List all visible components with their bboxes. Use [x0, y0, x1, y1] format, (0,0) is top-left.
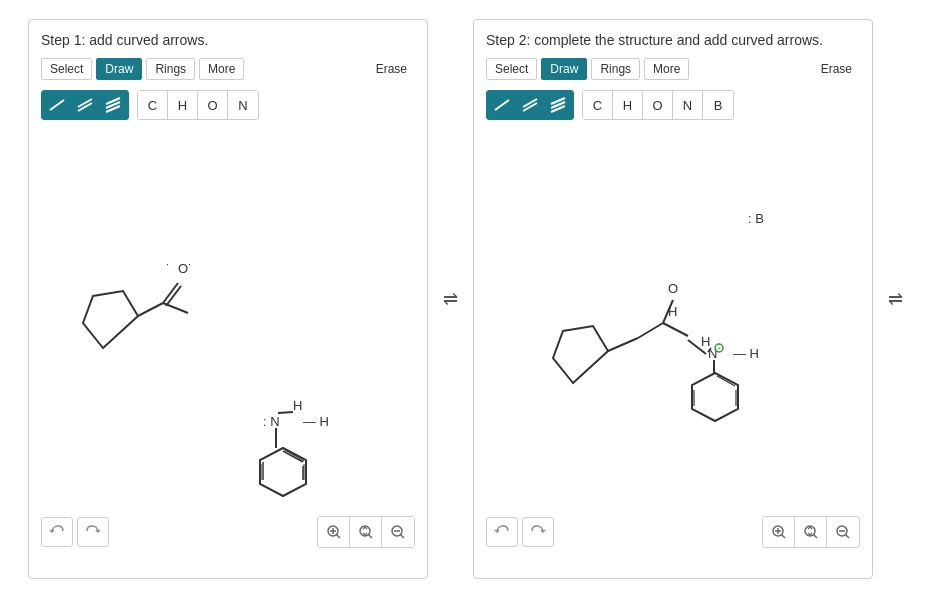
panel-1-bottom [41, 516, 415, 548]
svg-line-23 [285, 450, 304, 461]
bond-group-1 [41, 90, 129, 120]
svg-line-37 [523, 103, 537, 111]
zoom-out-btn-2[interactable] [827, 517, 859, 547]
atom-b-2[interactable]: B [703, 91, 733, 119]
more-button-1[interactable]: More [199, 58, 244, 80]
svg-line-44 [638, 323, 663, 338]
arrow-separator-1: ⇌ [443, 288, 458, 310]
zoom-out-btn-1[interactable] [382, 517, 414, 547]
atom-group-2: C H O N B [582, 90, 734, 120]
svg-line-7 [138, 303, 163, 316]
undo-button-2[interactable] [486, 517, 518, 547]
svg-text:H: H [293, 398, 302, 413]
zoom-reset-btn-2[interactable] [795, 517, 827, 547]
svg-line-2 [78, 103, 92, 111]
atom-n-1[interactable]: N [228, 91, 258, 119]
atom-h-2[interactable]: H [613, 91, 643, 119]
select-button-2[interactable]: Select [486, 58, 537, 80]
drawing-area-2: : B O H N + — H [486, 128, 860, 508]
svg-text:O: O [178, 261, 188, 276]
svg-line-0 [50, 100, 64, 110]
erase-button-1[interactable]: Erase [368, 59, 415, 79]
svg-line-27 [336, 535, 340, 539]
svg-text:H: H [701, 334, 710, 349]
atom-o-1[interactable]: O [198, 91, 228, 119]
single-bond-btn-1[interactable] [44, 93, 70, 117]
svg-text:·: · [166, 258, 169, 270]
bond-group-2 [486, 90, 574, 120]
svg-text:— H: — H [733, 346, 759, 361]
panel-2-toolbar: Select Draw Rings More Erase [486, 58, 860, 80]
molecule-svg-2: : B O H N + — H [493, 148, 853, 488]
panel-2: Step 2: complete the structure and add c… [473, 19, 873, 579]
more-button-2[interactable]: More [644, 58, 689, 80]
triple-bond-btn-1[interactable] [100, 93, 126, 117]
zoom-group-2 [762, 516, 860, 548]
atom-h-1[interactable]: H [168, 91, 198, 119]
svg-line-1 [78, 99, 92, 107]
svg-line-36 [523, 99, 537, 107]
svg-line-16 [278, 412, 293, 413]
svg-marker-18 [260, 448, 306, 496]
panel-1-title: Step 1: add curved arrows. [41, 32, 415, 48]
atom-c-1[interactable]: C [138, 91, 168, 119]
redo-button-1[interactable] [77, 517, 109, 547]
atom-c-2[interactable]: C [583, 91, 613, 119]
svg-marker-42 [553, 326, 608, 383]
zoom-group-1 [317, 516, 415, 548]
svg-line-13 [163, 303, 188, 313]
atom-n-2[interactable]: N [673, 91, 703, 119]
svg-line-33 [401, 535, 405, 539]
panel-2-bottom [486, 516, 860, 548]
svg-line-43 [608, 338, 638, 351]
draw-button-1[interactable]: Draw [96, 58, 142, 80]
svg-text:— H: — H [303, 414, 329, 429]
svg-line-66 [813, 535, 817, 539]
zoom-in-btn-2[interactable] [763, 517, 795, 547]
double-bond-btn-2[interactable] [517, 93, 543, 117]
molecule-svg-1: O · · : N H — H [48, 148, 408, 488]
triple-bond-btn-2[interactable] [545, 93, 571, 117]
svg-text:: N: : N [263, 414, 280, 429]
erase-button-2[interactable]: Erase [813, 59, 860, 79]
panel-2-title: Step 2: complete the structure and add c… [486, 32, 860, 48]
panel-1-toolbar: Select Draw Rings More Erase [41, 58, 415, 80]
draw-button-2[interactable]: Draw [541, 58, 587, 80]
double-bond-btn-1[interactable] [72, 93, 98, 117]
svg-marker-54 [692, 373, 738, 421]
undo-redo-group-2 [486, 517, 554, 547]
svg-text:: B: : B [748, 211, 764, 226]
main-container: Step 1: add curved arrows. Select Draw R… [8, 0, 928, 598]
undo-button-1[interactable] [41, 517, 73, 547]
svg-line-35 [495, 100, 509, 110]
svg-text:·: · [188, 258, 191, 270]
svg-text:H: H [668, 304, 677, 319]
atom-group-1: C H O N [137, 90, 259, 120]
svg-line-68 [846, 535, 850, 539]
single-bond-btn-2[interactable] [489, 93, 515, 117]
svg-text:O: O [668, 281, 678, 296]
panel-1: Step 1: add curved arrows. Select Draw R… [28, 19, 428, 579]
svg-marker-6 [83, 291, 138, 348]
svg-text:+: + [717, 345, 721, 352]
arrow-separator-2: ⇌ [888, 288, 903, 310]
select-button-1[interactable]: Select [41, 58, 92, 80]
undo-redo-group-1 [41, 517, 109, 547]
svg-line-31 [368, 535, 372, 539]
svg-line-62 [781, 535, 785, 539]
zoom-in-btn-1[interactable] [318, 517, 350, 547]
rings-button-2[interactable]: Rings [591, 58, 640, 80]
atom-o-2[interactable]: O [643, 91, 673, 119]
redo-button-2[interactable] [522, 517, 554, 547]
drawing-area-1: O · · : N H — H [41, 128, 415, 508]
rings-button-1[interactable]: Rings [146, 58, 195, 80]
zoom-reset-btn-1[interactable] [350, 517, 382, 547]
svg-line-47 [663, 323, 688, 336]
